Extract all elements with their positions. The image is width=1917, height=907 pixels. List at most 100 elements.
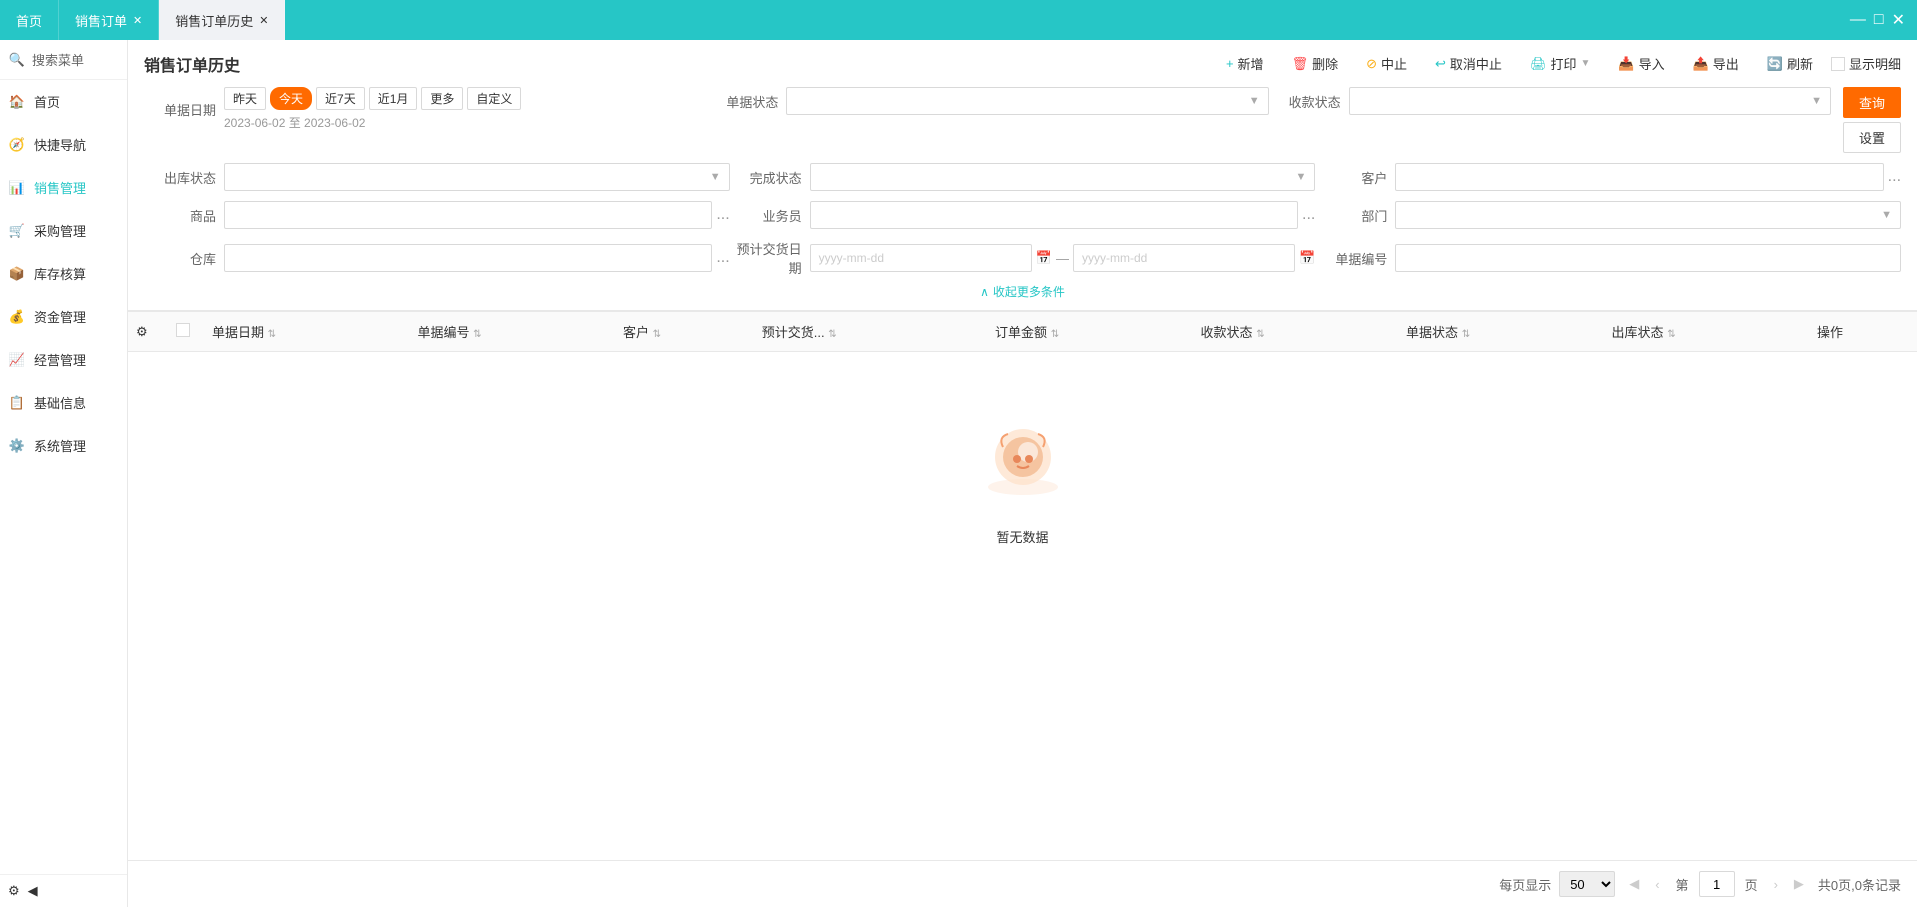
- cancel-stop-button[interactable]: ↩ 取消中止: [1425, 50, 1512, 77]
- th-bill-status[interactable]: 单据状态 ⇅: [1398, 312, 1604, 352]
- salesman-input[interactable]: [810, 201, 1298, 229]
- goods-label: 商品: [144, 206, 224, 225]
- page-title: 销售订单历史: [144, 52, 240, 76]
- sidebar-item-home[interactable]: 🏠 首页: [0, 80, 127, 123]
- th-payment-status[interactable]: 收款状态 ⇅: [1193, 312, 1399, 352]
- delete-button[interactable]: 🗑 删除: [1282, 50, 1349, 77]
- sidebar-collapse-icon[interactable]: ◀: [28, 883, 38, 899]
- tab-close-sales-order-history[interactable]: ✕: [259, 14, 268, 27]
- department-select[interactable]: ▼: [1395, 201, 1901, 229]
- salesman-dots[interactable]: ...: [1302, 206, 1315, 224]
- sidebar-purchase-label: 采购管理: [34, 221, 86, 240]
- sidebar-home-label: 首页: [34, 92, 60, 111]
- th-order-amount[interactable]: 订单金额 ⇅: [987, 312, 1193, 352]
- th-action: 操作: [1809, 312, 1917, 352]
- stop-button[interactable]: ⊘ 中止: [1356, 50, 1417, 77]
- show-detail-checkbox-container: 显示明细: [1831, 54, 1901, 73]
- th-gear[interactable]: ⚙: [128, 312, 168, 352]
- sort-delivery-icon: ⇅: [828, 329, 836, 340]
- page-nav: ◀ ‹ 第 页 › ▶: [1623, 871, 1810, 897]
- new-button[interactable]: + 新增: [1216, 50, 1274, 77]
- sidebar-item-basic-info[interactable]: 📋 基础信息: [0, 381, 127, 424]
- export-button[interactable]: 📤 导出: [1683, 50, 1749, 77]
- bill-status-select[interactable]: ▼: [786, 87, 1268, 115]
- customer-input[interactable]: [1395, 163, 1883, 191]
- warehouse-dots[interactable]: ...: [716, 249, 729, 267]
- date-btn-7days[interactable]: 近7天: [316, 87, 365, 110]
- window-close[interactable]: ✕: [1892, 10, 1905, 30]
- goods-input[interactable]: [224, 201, 712, 229]
- page-prev-btn[interactable]: ‹: [1649, 875, 1665, 894]
- data-table: ⚙ 单据日期 ⇅ 单据编号 ⇅: [128, 312, 1917, 352]
- th-customer[interactable]: 客户 ⇅: [615, 312, 754, 352]
- tab-home[interactable]: 首页: [0, 0, 59, 40]
- empty-icon: [973, 412, 1073, 515]
- import-icon: 📥: [1618, 56, 1634, 72]
- bill-number-input[interactable]: [1395, 244, 1901, 272]
- sidebar-search[interactable]: 🔍 搜索菜单: [0, 40, 127, 80]
- tab-close-sales-order[interactable]: ✕: [133, 14, 142, 27]
- out-status-dropdown-icon: ▼: [710, 171, 721, 183]
- system-icon: ⚙️: [8, 437, 26, 455]
- page-input[interactable]: [1699, 871, 1735, 897]
- customer-label: 客户: [1315, 168, 1395, 187]
- sales-icon: 📊: [8, 179, 26, 197]
- complete-status-label: 完成状态: [730, 168, 810, 187]
- window-maximize[interactable]: □: [1874, 11, 1884, 29]
- page-next-btn[interactable]: ›: [1768, 875, 1784, 894]
- date-btn-yesterday[interactable]: 昨天: [224, 87, 266, 110]
- sidebar-item-finance[interactable]: 💰 资金管理: [0, 295, 127, 338]
- sidebar-item-system[interactable]: ⚙️ 系统管理: [0, 424, 127, 467]
- payment-status-select[interactable]: ▼: [1349, 87, 1831, 115]
- out-status-select[interactable]: ▼: [224, 163, 730, 191]
- sidebar-item-purchase[interactable]: 🛒 采购管理: [0, 209, 127, 252]
- calendar-from-icon[interactable]: 📅: [1036, 250, 1052, 266]
- date-btn-1month[interactable]: 近1月: [369, 87, 418, 110]
- date-btn-today[interactable]: 今天: [270, 87, 312, 110]
- export-icon: 📤: [1693, 56, 1709, 72]
- sidebar-item-business[interactable]: 📈 经营管理: [0, 338, 127, 381]
- select-all-checkbox[interactable]: [176, 323, 190, 337]
- setting-button[interactable]: 设置: [1843, 122, 1901, 153]
- calendar-to-icon[interactable]: 📅: [1299, 250, 1315, 266]
- sidebar-item-inventory[interactable]: 📦 库存核算: [0, 252, 127, 295]
- top-bar: 首页 销售订单 ✕ 销售订单历史 ✕ — □ ✕: [0, 0, 1917, 40]
- delivery-date-to[interactable]: yyyy-mm-dd: [1073, 244, 1295, 272]
- show-detail-checkbox[interactable]: [1831, 57, 1845, 71]
- customer-dots[interactable]: ...: [1888, 168, 1901, 186]
- delivery-date-from[interactable]: yyyy-mm-dd: [810, 244, 1032, 272]
- collapse-row[interactable]: ∧ 收起更多条件: [144, 283, 1901, 300]
- date-btn-more[interactable]: 更多: [421, 87, 463, 110]
- print-button[interactable]: 🖨 打印 ▼: [1520, 50, 1600, 77]
- th-checkbox[interactable]: [168, 312, 204, 352]
- page-last-btn[interactable]: ▶: [1788, 874, 1810, 894]
- page-first-btn[interactable]: ◀: [1623, 874, 1645, 894]
- date-label: 单据日期: [144, 100, 224, 119]
- query-button[interactable]: 查询: [1843, 87, 1901, 118]
- th-delivery-date[interactable]: 预计交货... ⇅: [754, 312, 987, 352]
- sort-out-icon: ⇅: [1667, 329, 1675, 340]
- th-date[interactable]: 单据日期 ⇅: [204, 312, 410, 352]
- sidebar-search-label: 搜索菜单: [32, 50, 84, 69]
- goods-dots[interactable]: ...: [716, 206, 729, 224]
- sidebar-settings-icon[interactable]: ⚙: [8, 883, 20, 899]
- tab-sales-order-history[interactable]: 销售订单历史 ✕: [159, 0, 285, 40]
- sidebar-item-sales[interactable]: 📊 销售管理: [0, 166, 127, 209]
- page-size-select[interactable]: 50 20 100: [1559, 871, 1615, 897]
- window-minimize[interactable]: —: [1850, 11, 1866, 29]
- warehouse-input[interactable]: [224, 244, 712, 272]
- out-status-label: 出库状态: [144, 168, 224, 187]
- tab-sales-order[interactable]: 销售订单 ✕: [59, 0, 159, 40]
- delivery-date-label: 预计交货日期: [730, 239, 810, 277]
- bill-status-dropdown-icon: ▼: [1249, 95, 1260, 107]
- date-btn-custom[interactable]: 自定义: [467, 87, 521, 110]
- import-button[interactable]: 📥 导入: [1608, 50, 1674, 77]
- complete-status-select[interactable]: ▼: [810, 163, 1316, 191]
- th-out-status[interactable]: 出库状态 ⇅: [1604, 312, 1810, 352]
- collapse-label: 收起更多条件: [993, 283, 1065, 300]
- sort-date-icon: ⇅: [268, 329, 276, 340]
- th-bill-number[interactable]: 单据编号 ⇅: [410, 312, 616, 352]
- sidebar-business-label: 经营管理: [34, 350, 86, 369]
- sidebar-item-quick-nav[interactable]: 🧭 快捷导航: [0, 123, 127, 166]
- refresh-button[interactable]: 🔄 刷新: [1757, 50, 1823, 77]
